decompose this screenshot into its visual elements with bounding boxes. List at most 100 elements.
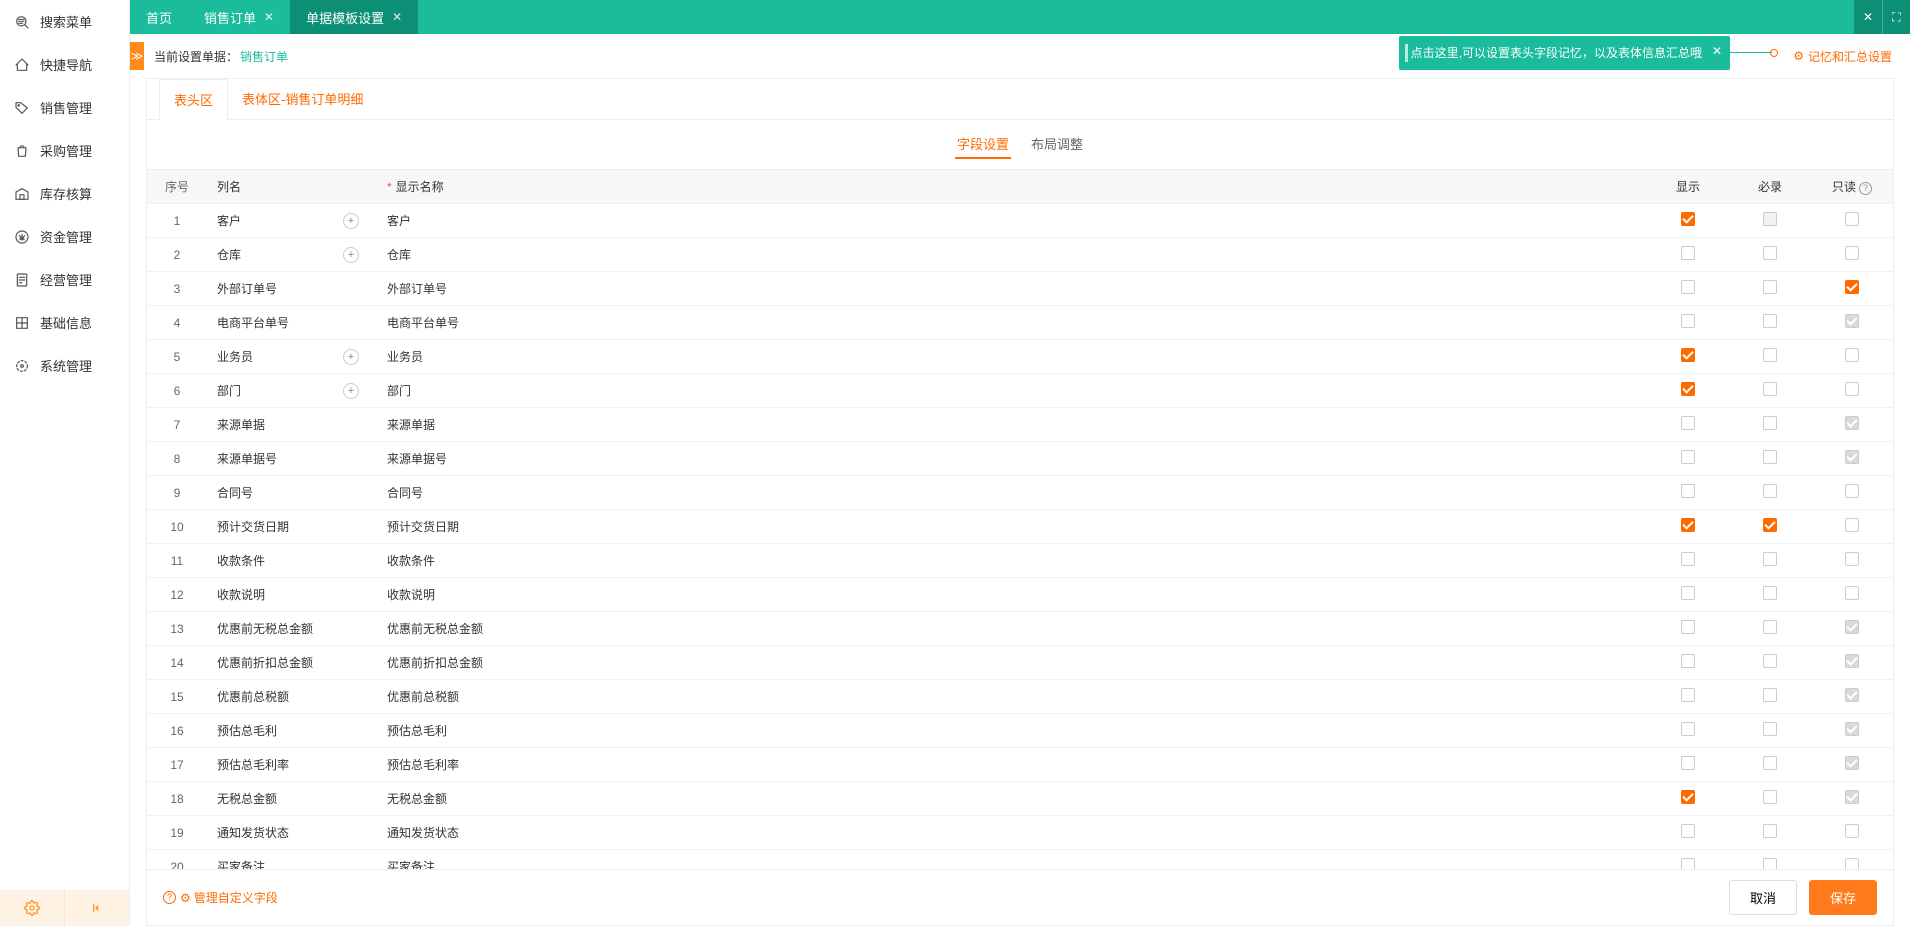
tab-首页[interactable]: 首页: [130, 0, 188, 34]
sub-tab[interactable]: 字段设置: [955, 130, 1011, 159]
cell-display-name[interactable]: 来源单据号: [377, 442, 1647, 475]
checkbox-show[interactable]: [1681, 314, 1695, 328]
checkbox-show[interactable]: [1681, 484, 1695, 498]
cell-display-name[interactable]: 通知发货状态: [377, 816, 1647, 849]
checkbox-readonly[interactable]: [1845, 382, 1859, 396]
checkbox-show[interactable]: [1681, 688, 1695, 702]
sidebar-item-search[interactable]: 搜索菜单: [0, 0, 129, 43]
checkbox-required[interactable]: [1763, 280, 1777, 294]
cell-display-name[interactable]: 收款条件: [377, 544, 1647, 577]
cell-display-name[interactable]: 客户: [377, 204, 1647, 237]
tab-close-icon[interactable]: ✕: [264, 10, 274, 24]
add-icon[interactable]: +: [343, 383, 359, 399]
cell-display-name[interactable]: 优惠前折扣总金额: [377, 646, 1647, 679]
checkbox-required[interactable]: [1763, 824, 1777, 838]
checkbox-show[interactable]: [1681, 620, 1695, 634]
checkbox-readonly[interactable]: [1845, 518, 1859, 532]
save-button[interactable]: 保存: [1809, 880, 1877, 915]
checkbox-readonly[interactable]: [1845, 586, 1859, 600]
checkbox-show[interactable]: [1681, 518, 1695, 532]
sub-tab[interactable]: 布局调整: [1029, 130, 1085, 159]
cell-display-name[interactable]: 预估总毛利: [377, 714, 1647, 747]
checkbox-required[interactable]: [1763, 620, 1777, 634]
section-tab[interactable]: 表体区-销售订单明细: [228, 79, 377, 119]
cell-display-name[interactable]: 无税总金额: [377, 782, 1647, 815]
sidebar-item-report[interactable]: 经营管理: [0, 258, 129, 301]
cell-display-name[interactable]: 买家备注: [377, 850, 1647, 869]
checkbox-required[interactable]: [1763, 858, 1777, 869]
checkbox-required[interactable]: [1763, 654, 1777, 668]
checkbox-show[interactable]: [1681, 824, 1695, 838]
sidebar-item-grid[interactable]: 基础信息: [0, 301, 129, 344]
checkbox-required[interactable]: [1763, 348, 1777, 362]
settings-button[interactable]: [0, 890, 64, 926]
cell-display-name[interactable]: 业务员: [377, 340, 1647, 373]
tab-销售订单[interactable]: 销售订单✕: [188, 0, 290, 34]
cell-display-name[interactable]: 部门: [377, 374, 1647, 407]
section-tab[interactable]: 表头区: [159, 79, 228, 120]
checkbox-required[interactable]: [1763, 790, 1777, 804]
checkbox-required[interactable]: [1763, 586, 1777, 600]
cell-display-name[interactable]: 优惠前无税总金额: [377, 612, 1647, 645]
help-icon[interactable]: ?: [1859, 182, 1872, 195]
checkbox-show[interactable]: [1681, 654, 1695, 668]
sidebar-item-warehouse[interactable]: 库存核算: [0, 172, 129, 215]
cell-display-name[interactable]: 优惠前总税额: [377, 680, 1647, 713]
checkbox-readonly[interactable]: [1845, 484, 1859, 498]
sidebar-item-tag[interactable]: 销售管理: [0, 86, 129, 129]
checkbox-show[interactable]: [1681, 212, 1695, 226]
add-icon[interactable]: +: [343, 349, 359, 365]
checkbox-required[interactable]: [1763, 484, 1777, 498]
checkbox-show[interactable]: [1681, 246, 1695, 260]
checkbox-required[interactable]: [1763, 450, 1777, 464]
expand-handle[interactable]: ≫: [130, 42, 144, 70]
checkbox-show[interactable]: [1681, 790, 1695, 804]
checkbox-required[interactable]: [1763, 722, 1777, 736]
cancel-button[interactable]: 取消: [1729, 880, 1797, 915]
fullscreen-button[interactable]: ⛶: [1882, 0, 1910, 34]
checkbox-readonly[interactable]: [1845, 348, 1859, 362]
tab-close-icon[interactable]: ✕: [392, 10, 402, 24]
checkbox-readonly[interactable]: [1845, 212, 1859, 226]
checkbox-show[interactable]: [1681, 722, 1695, 736]
checkbox-show[interactable]: [1681, 586, 1695, 600]
checkbox-readonly[interactable]: [1845, 824, 1859, 838]
sidebar-item-money[interactable]: 资金管理: [0, 215, 129, 258]
checkbox-required[interactable]: [1763, 382, 1777, 396]
memory-summary-link[interactable]: ⚙ 记忆和汇总设置: [1793, 48, 1898, 65]
checkbox-show[interactable]: [1681, 858, 1695, 869]
checkbox-show[interactable]: [1681, 382, 1695, 396]
cell-display-name[interactable]: 外部订单号: [377, 272, 1647, 305]
tooltip-close-button[interactable]: ✕: [1712, 42, 1722, 60]
sidebar-item-home[interactable]: 快捷导航: [0, 43, 129, 86]
checkbox-required[interactable]: [1763, 416, 1777, 430]
checkbox-required[interactable]: [1763, 756, 1777, 770]
tab-单据模板设置[interactable]: 单据模板设置✕: [290, 0, 418, 34]
checkbox-readonly[interactable]: [1845, 280, 1859, 294]
cell-display-name[interactable]: 收款说明: [377, 578, 1647, 611]
checkbox-required[interactable]: [1763, 246, 1777, 260]
cell-display-name[interactable]: 合同号: [377, 476, 1647, 509]
checkbox-show[interactable]: [1681, 552, 1695, 566]
tab-close-all-button[interactable]: ✕: [1854, 0, 1882, 34]
checkbox-required[interactable]: [1763, 518, 1777, 532]
add-icon[interactable]: +: [343, 213, 359, 229]
checkbox-show[interactable]: [1681, 450, 1695, 464]
sidebar-item-gear-dashed[interactable]: 系统管理: [0, 344, 129, 387]
sidebar-item-bag[interactable]: 采购管理: [0, 129, 129, 172]
cell-display-name[interactable]: 预估总毛利率: [377, 748, 1647, 781]
checkbox-required[interactable]: [1763, 552, 1777, 566]
checkbox-readonly[interactable]: [1845, 552, 1859, 566]
checkbox-show[interactable]: [1681, 756, 1695, 770]
cell-display-name[interactable]: 电商平台单号: [377, 306, 1647, 339]
checkbox-required[interactable]: [1763, 688, 1777, 702]
add-icon[interactable]: +: [343, 247, 359, 263]
cell-display-name[interactable]: 仓库: [377, 238, 1647, 271]
checkbox-show[interactable]: [1681, 280, 1695, 294]
checkbox-readonly[interactable]: [1845, 858, 1859, 869]
collapse-sidebar-button[interactable]: [64, 890, 129, 926]
cell-display-name[interactable]: 来源单据: [377, 408, 1647, 441]
checkbox-show[interactable]: [1681, 348, 1695, 362]
cell-display-name[interactable]: 预计交货日期: [377, 510, 1647, 543]
checkbox-readonly[interactable]: [1845, 246, 1859, 260]
